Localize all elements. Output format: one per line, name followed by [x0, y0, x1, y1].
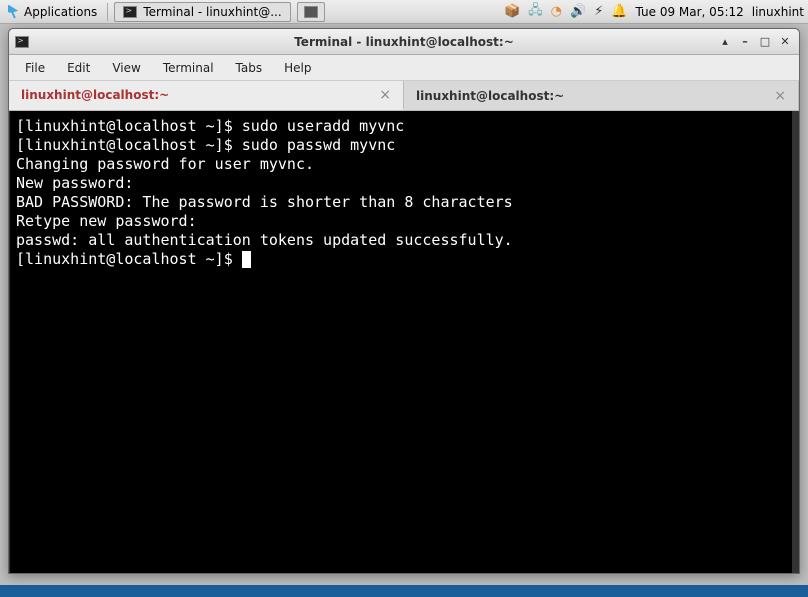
applications-label: Applications: [24, 5, 97, 19]
power-icon[interactable]: ⚡: [594, 4, 603, 19]
package-manager-icon[interactable]: 📦: [504, 4, 520, 19]
notifications-icon[interactable]: 🔔: [611, 4, 627, 19]
terminal-window: Terminal - linuxhint@localhost:~ ▴ – □ ✕…: [8, 28, 800, 574]
tab-label: linuxhint@localhost:~: [21, 88, 169, 102]
tab-close-icon[interactable]: ×: [379, 87, 391, 103]
terminal-cursor: [242, 251, 251, 268]
tab-2[interactable]: linuxhint@localhost:~ ×: [404, 81, 799, 110]
terminal-line: Changing password for user myvnc.: [16, 155, 314, 173]
menu-tabs[interactable]: Tabs: [226, 58, 273, 78]
window-titlebar[interactable]: Terminal - linuxhint@localhost:~ ▴ – □ ✕: [9, 29, 799, 55]
window-title: Terminal - linuxhint@localhost:~: [9, 35, 799, 49]
tab-1[interactable]: linuxhint@localhost:~ ×: [9, 81, 404, 110]
system-panel: Applications Terminal - linuxhint@... 📦 …: [0, 0, 808, 24]
update-icon[interactable]: ◔: [551, 4, 562, 19]
terminal-line: New password:: [16, 174, 133, 192]
menu-file[interactable]: File: [15, 58, 55, 78]
terminal-line: Retype new password:: [16, 212, 197, 230]
applications-icon: [8, 5, 20, 19]
tabs-bar: linuxhint@localhost:~ × linuxhint@localh…: [9, 81, 799, 111]
window-maximize-button[interactable]: □: [757, 34, 773, 50]
menu-view[interactable]: View: [102, 58, 150, 78]
tab-close-icon[interactable]: ×: [774, 88, 786, 104]
taskbar-entry-label: Terminal - linuxhint@...: [143, 5, 281, 19]
menu-edit[interactable]: Edit: [57, 58, 100, 78]
user-menu[interactable]: linuxhint: [752, 5, 804, 19]
terminal-content[interactable]: [linuxhint@localhost ~]$ sudo useradd my…: [9, 111, 799, 573]
window-minimize-button[interactable]: –: [737, 34, 753, 50]
terminal-line: passwd: all authentication tokens update…: [16, 231, 513, 249]
window-app-icon: [15, 36, 29, 48]
volume-icon[interactable]: 🔊: [570, 4, 586, 19]
window-close-button[interactable]: ✕: [777, 34, 793, 50]
scrollbar[interactable]: [792, 111, 798, 573]
menu-bar: File Edit View Terminal Tabs Help: [9, 55, 799, 81]
generic-window-icon: [304, 6, 318, 18]
terminal-line: [linuxhint@localhost ~]$ sudo passwd myv…: [16, 136, 395, 154]
menu-help[interactable]: Help: [274, 58, 321, 78]
tab-label: linuxhint@localhost:~: [416, 89, 564, 103]
applications-menu[interactable]: Applications: [4, 4, 101, 20]
terminal-line: [linuxhint@localhost ~]$: [16, 250, 242, 268]
menu-terminal[interactable]: Terminal: [153, 58, 224, 78]
taskbar-entry-terminal[interactable]: Terminal - linuxhint@...: [114, 2, 290, 22]
window-rollup-button[interactable]: ▴: [717, 34, 733, 50]
terminal-line: [linuxhint@localhost ~]$ sudo useradd my…: [16, 117, 404, 135]
system-tray: 📦 🖧 ◔ 🔊 ⚡ 🔔 Tue 09 Mar, 05:12 linuxhint: [504, 1, 804, 23]
panel-separator: [107, 3, 108, 21]
taskbar-entry-other[interactable]: [297, 2, 325, 22]
network-icon[interactable]: 🖧: [528, 1, 543, 23]
terminal-line: BAD PASSWORD: The password is shorter th…: [16, 193, 513, 211]
clock[interactable]: Tue 09 Mar, 05:12: [636, 5, 744, 19]
terminal-icon: [123, 6, 137, 18]
